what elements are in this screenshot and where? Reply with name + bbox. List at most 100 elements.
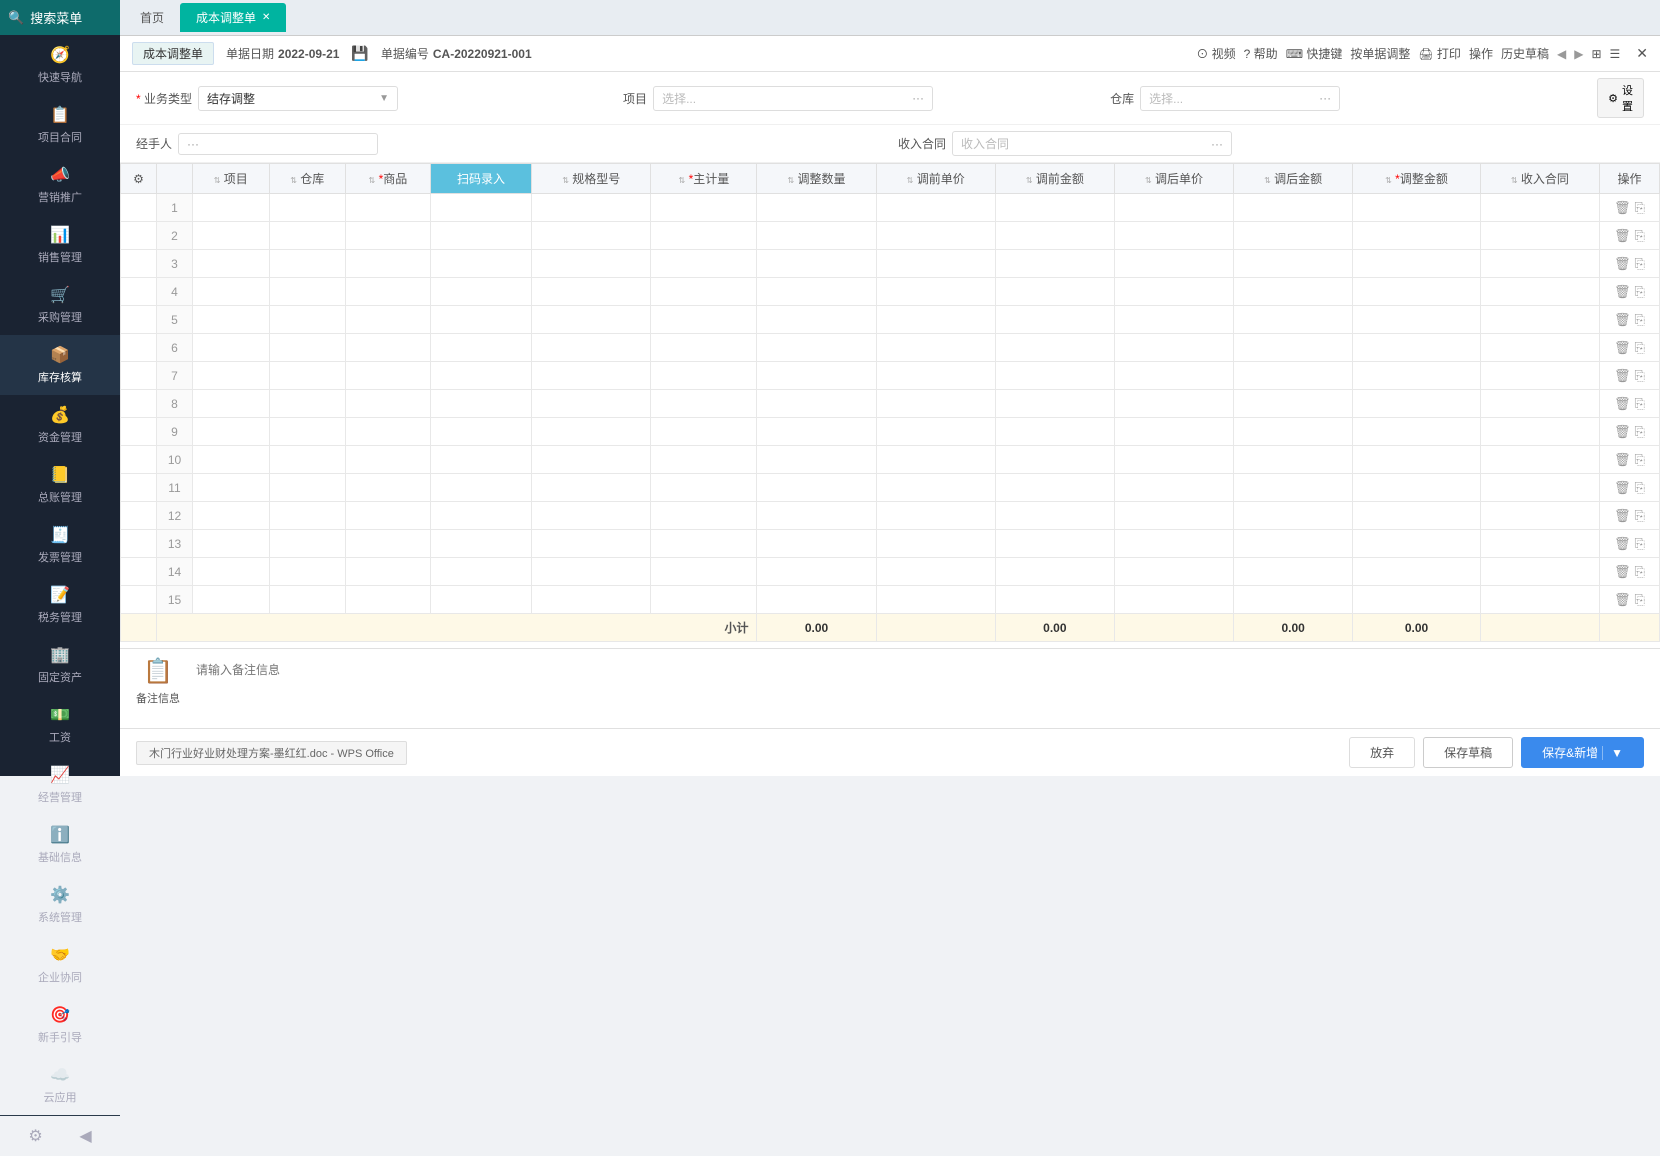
table-cell[interactable] — [269, 278, 346, 306]
table-cell[interactable] — [651, 250, 757, 278]
copy-icon[interactable]: ⎘ — [1635, 312, 1645, 328]
sidebar-item-ops-mgmt[interactable]: 📈 经营管理 — [0, 755, 120, 815]
table-cell[interactable] — [193, 278, 270, 306]
table-cell[interactable] — [757, 390, 876, 418]
table-cell[interactable] — [1480, 306, 1599, 334]
table-cell[interactable] — [757, 558, 876, 586]
table-cell[interactable] — [193, 474, 270, 502]
table-cell[interactable] — [532, 474, 651, 502]
table-cell[interactable] — [1353, 306, 1480, 334]
table-cell[interactable] — [995, 446, 1114, 474]
table-cell[interactable] — [1114, 334, 1233, 362]
table-cell[interactable] — [193, 306, 270, 334]
table-cell[interactable] — [1480, 558, 1599, 586]
table-cell[interactable] — [757, 418, 876, 446]
table-cell[interactable] — [651, 446, 757, 474]
table-cell[interactable] — [757, 222, 876, 250]
table-cell[interactable] — [1480, 390, 1599, 418]
action-print[interactable]: 🖨 打印 — [1418, 45, 1461, 62]
table-cell[interactable] — [269, 530, 346, 558]
table-cell[interactable] — [1114, 362, 1233, 390]
delete-icon[interactable]: 🗑 — [1614, 508, 1631, 524]
table-cell[interactable] — [193, 334, 270, 362]
income-contract-dots[interactable]: ··· — [1211, 137, 1223, 151]
table-cell[interactable] — [532, 334, 651, 362]
tab-close-icon[interactable]: ✕ — [262, 12, 270, 23]
table-cell[interactable] — [651, 418, 757, 446]
table-cell[interactable] — [430, 278, 531, 306]
table-cell[interactable] — [532, 194, 651, 222]
table-cell[interactable] — [995, 222, 1114, 250]
copy-icon[interactable]: ⎘ — [1635, 368, 1645, 384]
table-cell[interactable] — [1114, 222, 1233, 250]
table-cell[interactable] — [757, 334, 876, 362]
table-cell[interactable] — [346, 446, 431, 474]
table-cell[interactable] — [1234, 530, 1353, 558]
table-cell[interactable] — [269, 502, 346, 530]
nav-next[interactable]: ▶ — [1574, 47, 1583, 61]
copy-icon[interactable]: ⎘ — [1635, 284, 1645, 300]
delete-icon[interactable]: 🗑 — [1614, 480, 1631, 496]
table-cell[interactable] — [1234, 222, 1353, 250]
action-help[interactable]: ? 帮助 — [1244, 45, 1278, 62]
view-icon[interactable]: ⊞ — [1591, 47, 1601, 61]
sidebar-item-enterprise[interactable]: 🤝 企业协同 — [0, 935, 120, 995]
table-cell[interactable] — [193, 558, 270, 586]
table-cell[interactable] — [193, 502, 270, 530]
copy-icon[interactable]: ⎘ — [1635, 480, 1645, 496]
table-cell[interactable] — [995, 558, 1114, 586]
table-cell[interactable] — [346, 334, 431, 362]
sidebar-item-ledger-mgmt[interactable]: 📒 总账管理 — [0, 455, 120, 515]
table-cell[interactable] — [1480, 250, 1599, 278]
table-cell[interactable] — [876, 586, 995, 614]
table-cell[interactable] — [995, 502, 1114, 530]
table-cell[interactable] — [876, 446, 995, 474]
table-cell[interactable] — [269, 390, 346, 418]
table-cell[interactable] — [1353, 194, 1480, 222]
table-cell[interactable] — [1353, 250, 1480, 278]
table-cell[interactable] — [1114, 390, 1233, 418]
copy-icon[interactable]: ⎘ — [1635, 424, 1645, 440]
sidebar-item-fixed-assets[interactable]: 🏢 固定资产 — [0, 635, 120, 695]
doc-close-button[interactable]: ✕ — [1636, 45, 1648, 62]
table-cell[interactable] — [1234, 194, 1353, 222]
collapse-button[interactable]: ◀ — [79, 1126, 91, 1146]
table-cell[interactable] — [532, 502, 651, 530]
copy-icon[interactable]: ⎘ — [1635, 592, 1645, 608]
table-cell[interactable] — [193, 446, 270, 474]
delete-icon[interactable]: 🗑 — [1614, 452, 1631, 468]
table-cell[interactable] — [995, 306, 1114, 334]
table-cell[interactable] — [995, 362, 1114, 390]
copy-icon[interactable]: ⎘ — [1635, 396, 1645, 412]
table-cell[interactable] — [1480, 418, 1599, 446]
table-cell[interactable] — [876, 194, 995, 222]
table-cell[interactable] — [430, 418, 531, 446]
table-cell[interactable] — [346, 418, 431, 446]
delete-icon[interactable]: 🗑 — [1614, 284, 1631, 300]
table-cell[interactable] — [346, 502, 431, 530]
table-cell[interactable] — [1480, 278, 1599, 306]
project-dots[interactable]: ··· — [912, 91, 924, 105]
delete-icon[interactable]: 🗑 — [1614, 312, 1631, 328]
table-cell[interactable] — [757, 278, 876, 306]
table-cell[interactable] — [193, 390, 270, 418]
table-cell[interactable] — [1480, 222, 1599, 250]
abandon-button[interactable]: 放弃 — [1349, 737, 1415, 768]
table-cell[interactable] — [532, 446, 651, 474]
delete-icon[interactable]: 🗑 — [1614, 424, 1631, 440]
table-cell[interactable] — [532, 530, 651, 558]
save-icon[interactable]: 💾 — [351, 45, 368, 62]
tab-home[interactable]: 首页 — [124, 3, 180, 32]
table-cell[interactable] — [1353, 530, 1480, 558]
table-cell[interactable] — [1234, 278, 1353, 306]
table-cell[interactable] — [346, 222, 431, 250]
sidebar-item-invoice-mgmt[interactable]: 🧾 发票管理 — [0, 515, 120, 575]
table-cell[interactable] — [1234, 362, 1353, 390]
table-cell[interactable] — [430, 194, 531, 222]
nav-prev[interactable]: ◀ — [1557, 47, 1566, 61]
table-cell[interactable] — [876, 418, 995, 446]
table-cell[interactable] — [651, 390, 757, 418]
table-cell[interactable] — [269, 474, 346, 502]
table-cell[interactable] — [430, 446, 531, 474]
table-cell[interactable] — [1114, 586, 1233, 614]
